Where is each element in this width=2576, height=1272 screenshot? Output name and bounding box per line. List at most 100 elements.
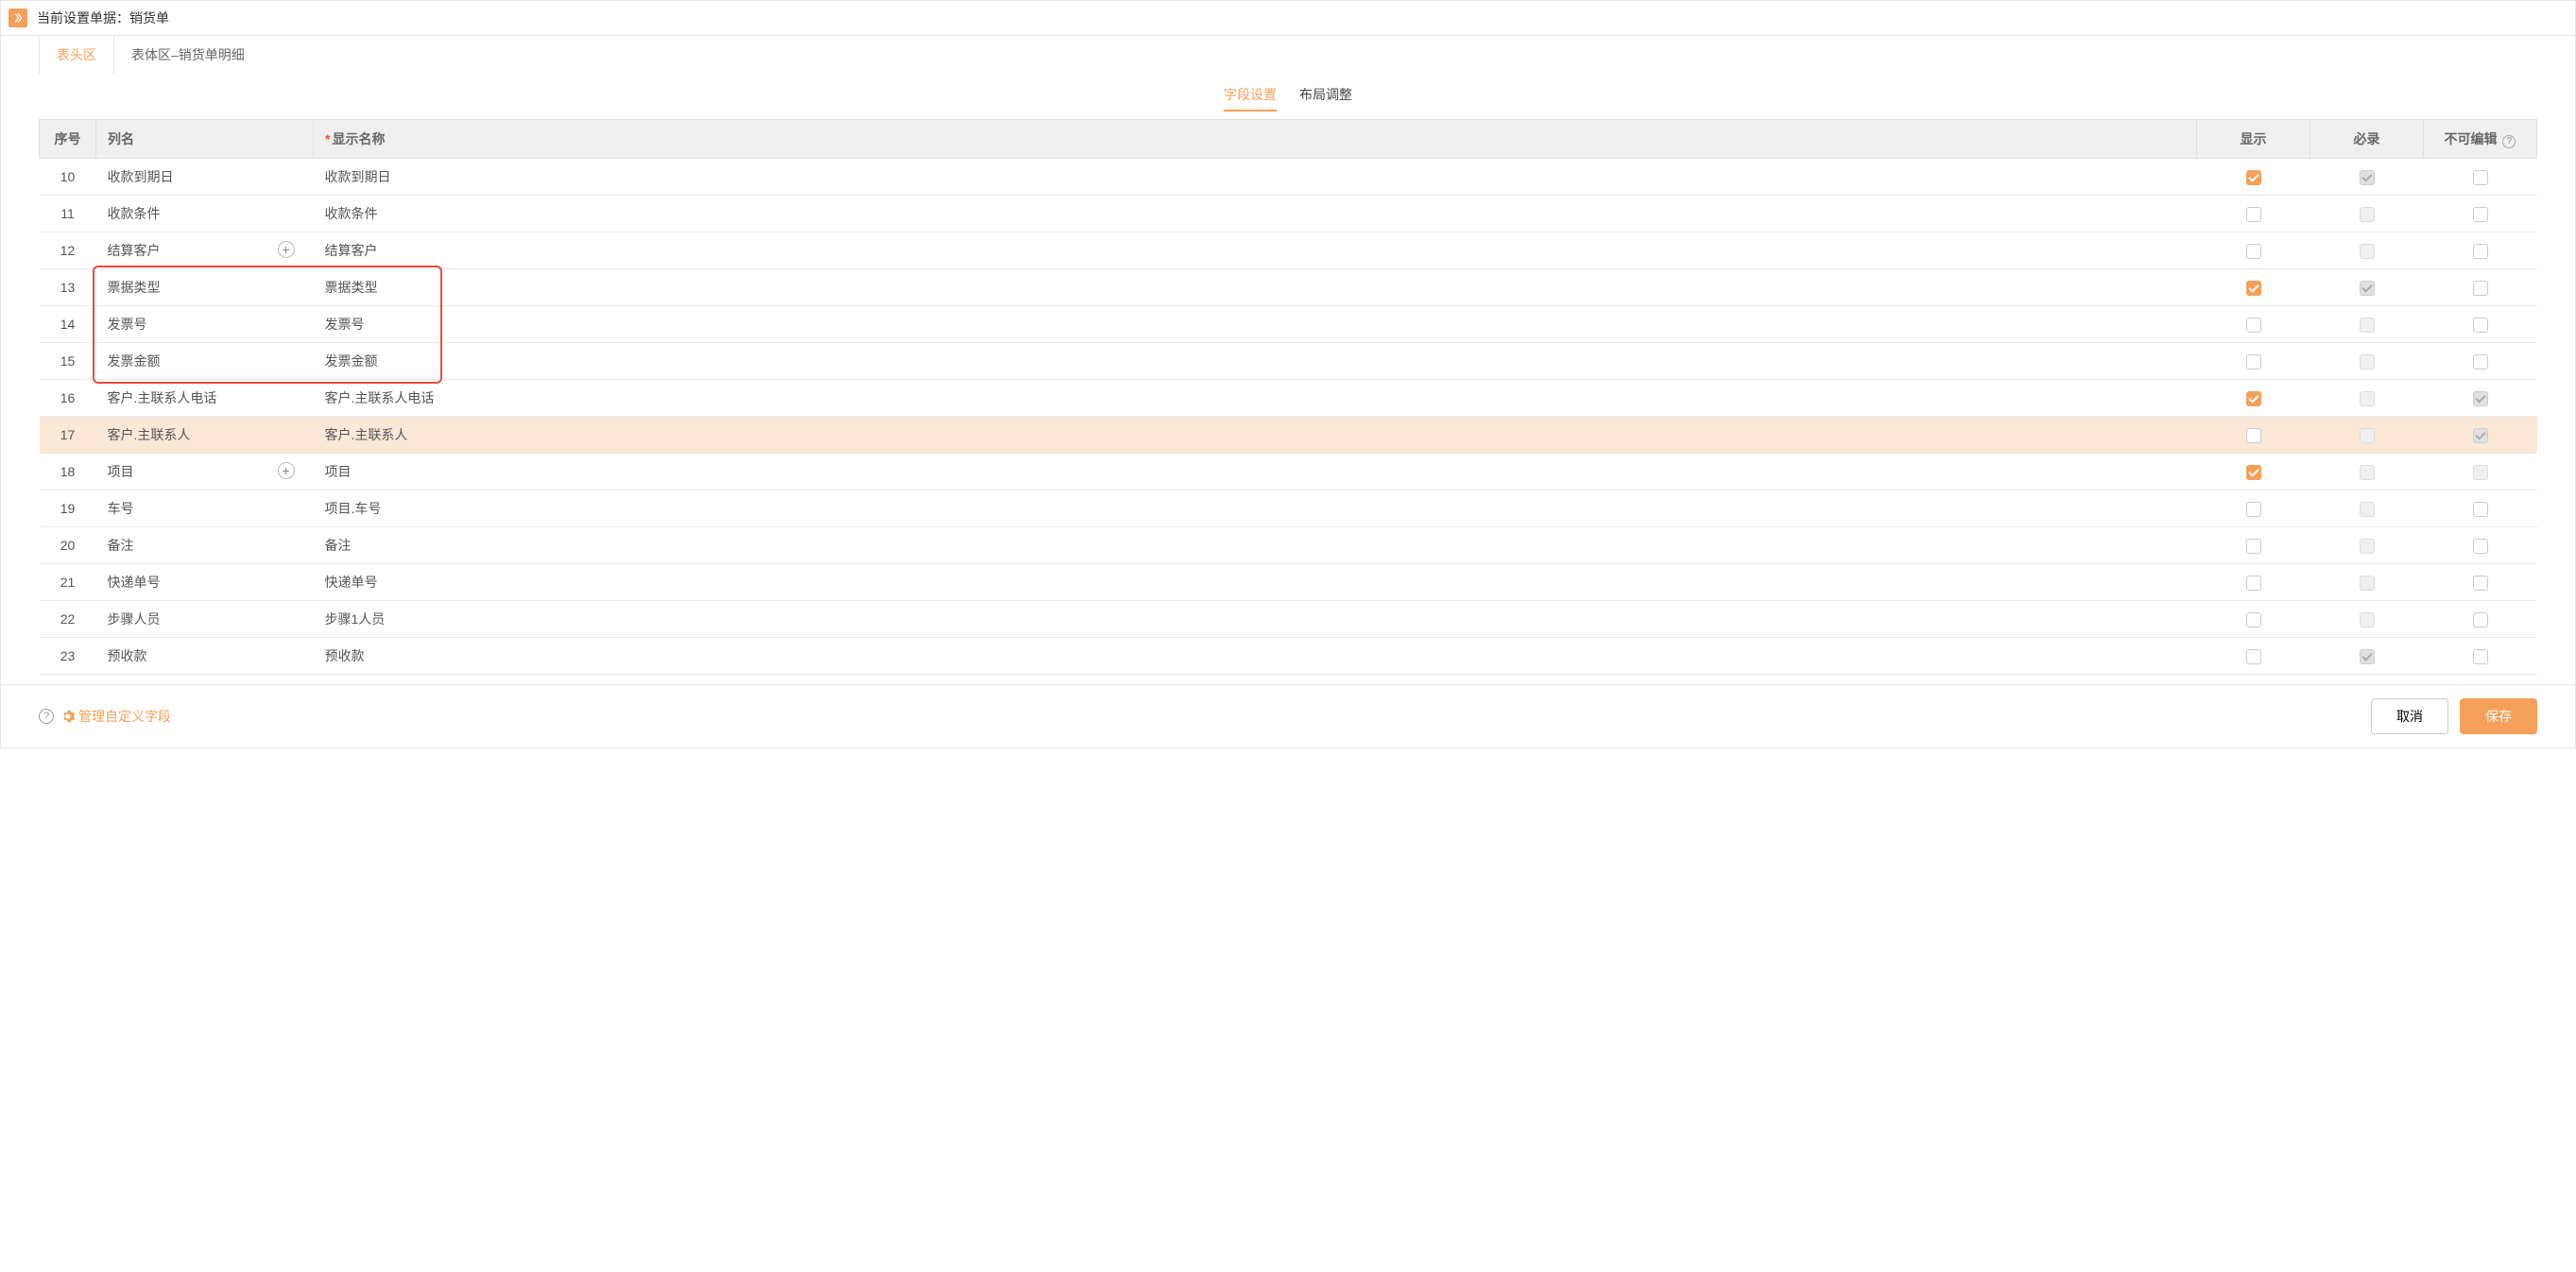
checkbox[interactable] [2246,428,2261,443]
cell-display[interactable]: 客户.主联系人 [314,417,2197,454]
checkbox[interactable] [2246,170,2261,185]
cell-display[interactable]: 步骤1人员 [314,601,2197,638]
cell-locked [2424,638,2537,675]
checkbox [2360,170,2375,185]
cell-required [2310,417,2424,454]
checkbox[interactable] [2473,244,2488,259]
cell-display[interactable]: 备注 [314,527,2197,564]
cell-seq: 13 [40,269,96,306]
checkbox[interactable] [2473,281,2488,296]
plus-icon[interactable]: + [278,462,295,479]
checkbox[interactable] [2246,207,2261,222]
footer-help-icon[interactable]: ? [39,709,54,724]
table-row[interactable]: 12结算客户+结算客户 [40,232,2537,269]
cell-display[interactable]: 发票号 [314,306,2197,343]
required-star: * [325,131,330,146]
table-row[interactable]: 19车号项目.车号 [40,490,2537,527]
cell-display[interactable]: 收款条件 [314,196,2197,232]
cell-name: 车号 [96,490,314,527]
cell-display[interactable]: 项目 [314,454,2197,490]
table-row[interactable]: 20备注备注 [40,527,2537,564]
table-row[interactable]: 22步骤人员步骤1人员 [40,601,2537,638]
header-bar: 当前设置单据： 销货单 [1,1,2575,36]
checkbox[interactable] [2246,281,2261,296]
page-container: 当前设置单据： 销货单 表头区表体区–销货单明细 字段设置布局调整 序号 列名 … [0,0,2576,748]
cell-required [2310,564,2424,601]
cell-locked [2424,232,2537,269]
cancel-button[interactable]: 取消 [2371,698,2448,734]
cell-required [2310,159,2424,196]
cell-display[interactable]: 结算客户 [314,232,2197,269]
table-row[interactable]: 17客户.主联系人客户.主联系人 [40,417,2537,454]
checkbox[interactable] [2246,539,2261,554]
table-row[interactable]: 10收款到期日收款到期日 [40,159,2537,196]
table-row[interactable]: 15发票金额发票金额 [40,343,2537,380]
cell-name: 收款到期日 [96,159,314,196]
cell-display[interactable]: 项目.车号 [314,490,2197,527]
cell-display[interactable]: 快递单号 [314,564,2197,601]
cell-show [2197,269,2310,306]
checkbox[interactable] [2473,649,2488,664]
cell-display[interactable]: 票据类型 [314,269,2197,306]
cell-seq: 20 [40,527,96,564]
checkbox[interactable] [2246,391,2261,406]
cell-required [2310,527,2424,564]
cell-display[interactable]: 收款到期日 [314,159,2197,196]
tab-sub-1[interactable]: 布局调整 [1299,85,1352,112]
col-display: *显示名称 [314,120,2197,159]
cell-required [2310,269,2424,306]
cell-name: 预收款 [96,638,314,675]
manage-custom-fields-link[interactable]: 管理自定义字段 [61,707,171,726]
cell-show [2197,343,2310,380]
table-row[interactable]: 11收款条件收款条件 [40,196,2537,232]
checkbox[interactable] [2473,318,2488,333]
checkbox[interactable] [2246,244,2261,259]
cell-seq: 12 [40,232,96,269]
table-row[interactable]: 18项目+项目 [40,454,2537,490]
cell-seq: 15 [40,343,96,380]
checkbox[interactable] [2246,649,2261,664]
footer: ? 管理自定义字段 取消 保存 [1,684,2575,748]
col-display-label: 显示名称 [332,131,385,146]
table-row[interactable]: 14发票号发票号 [40,306,2537,343]
checkbox[interactable] [2246,576,2261,591]
cell-display[interactable]: 客户.主联系人电话 [314,380,2197,417]
checkbox[interactable] [2473,612,2488,627]
table-row[interactable]: 16客户.主联系人电话客户.主联系人电话 [40,380,2537,417]
cell-locked [2424,417,2537,454]
table-row[interactable]: 13票据类型票据类型 [40,269,2537,306]
cell-locked [2424,269,2537,306]
tab-main-1[interactable]: 表体区–销货单明细 [114,36,262,74]
checkbox[interactable] [2473,502,2488,517]
tab-main-0[interactable]: 表头区 [39,36,114,74]
checkbox[interactable] [2473,354,2488,370]
col-show: 显示 [2197,120,2310,159]
checkbox [2360,539,2375,554]
cell-show [2197,417,2310,454]
cell-display[interactable]: 预收款 [314,638,2197,675]
cell-seq: 17 [40,417,96,454]
expand-icon[interactable] [9,9,27,27]
checkbox[interactable] [2473,170,2488,185]
checkbox [2360,576,2375,591]
save-button[interactable]: 保存 [2460,698,2537,734]
checkbox[interactable] [2246,465,2261,480]
table-row[interactable]: 23预收款预收款 [40,638,2537,675]
checkbox[interactable] [2246,354,2261,370]
checkbox[interactable] [2246,502,2261,517]
checkbox [2360,612,2375,627]
checkbox[interactable] [2246,612,2261,627]
plus-icon[interactable]: + [278,241,295,258]
cell-name: 步骤人员 [96,601,314,638]
cell-show [2197,527,2310,564]
cell-display[interactable]: 发票金额 [314,343,2197,380]
tab-sub-0[interactable]: 字段设置 [1224,85,1277,112]
cell-show [2197,638,2310,675]
checkbox[interactable] [2473,207,2488,222]
table-row[interactable]: 21快递单号快递单号 [40,564,2537,601]
help-icon[interactable]: ? [2502,135,2516,148]
checkbox[interactable] [2473,576,2488,591]
checkbox[interactable] [2473,539,2488,554]
checkbox[interactable] [2246,318,2261,333]
cell-locked [2424,380,2537,417]
